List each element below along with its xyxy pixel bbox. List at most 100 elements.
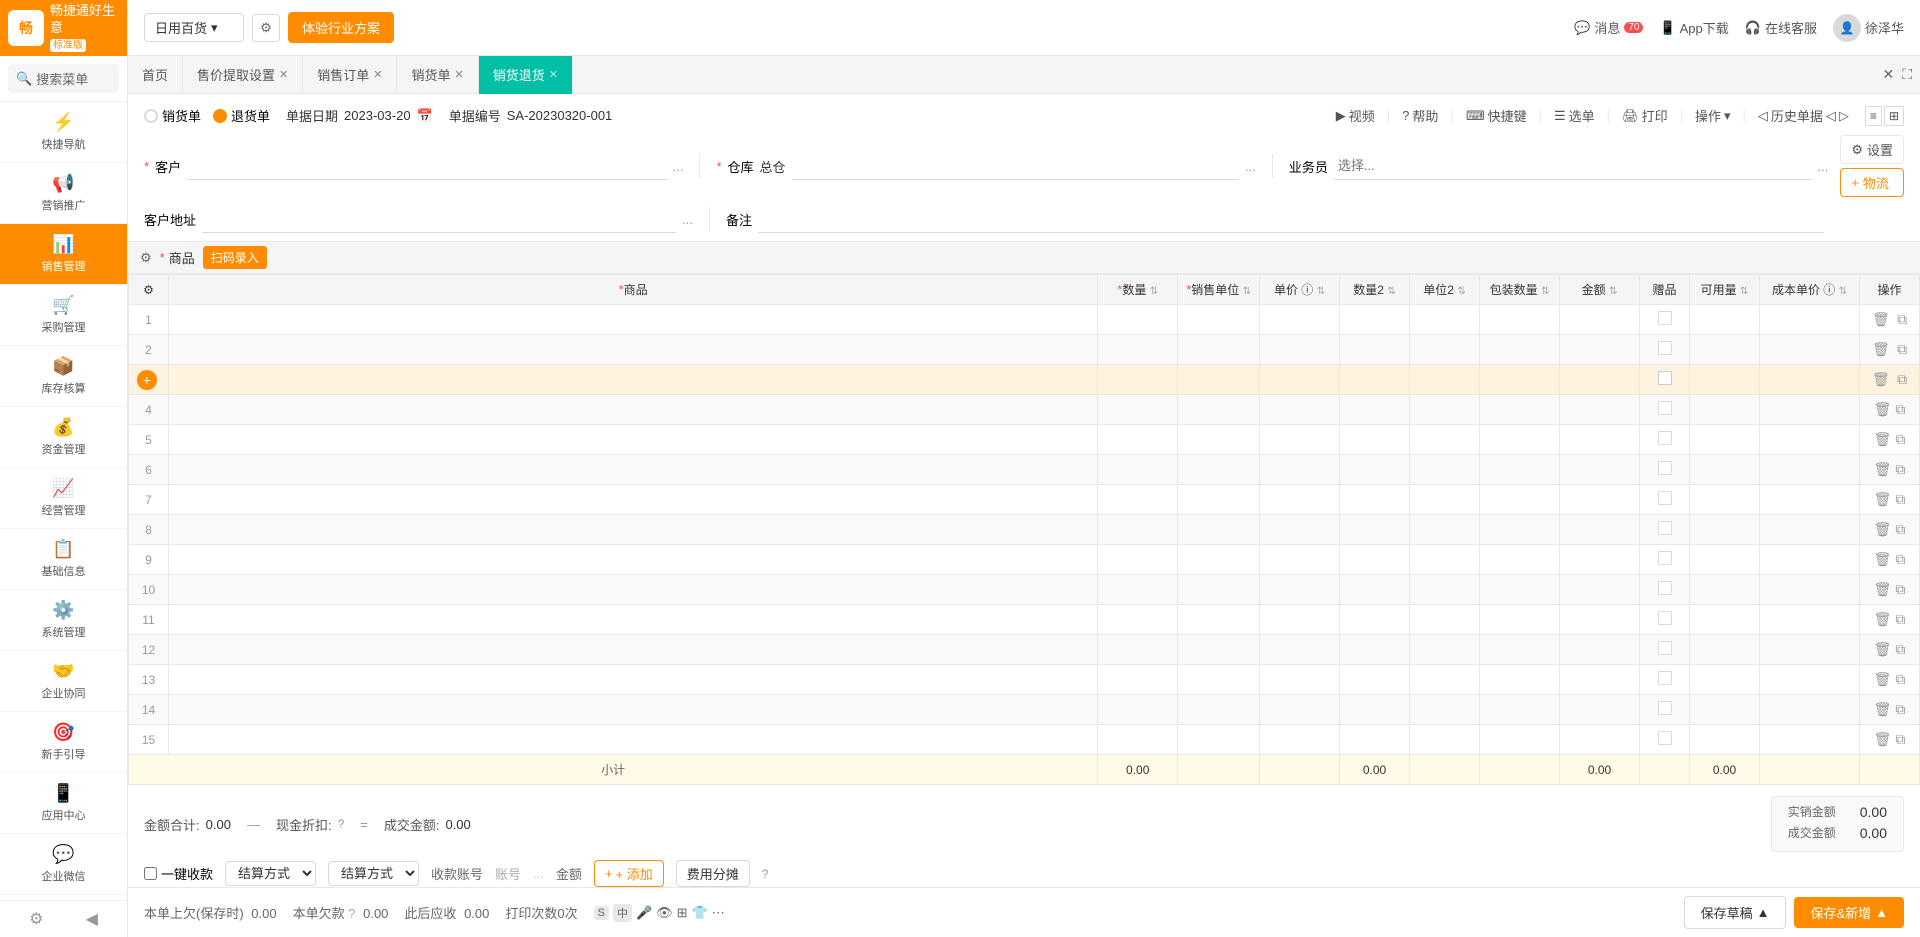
unit-price-cell-1[interactable] xyxy=(1260,305,1340,335)
sidebar-item-enterprise[interactable]: 🤝 企业协同 xyxy=(0,651,127,712)
available-cell-2[interactable] xyxy=(1690,335,1760,365)
delete-icon[interactable]: 🗑 xyxy=(1872,459,1894,479)
calendar-icon[interactable]: 📅 xyxy=(417,108,433,124)
gift-checkbox[interactable] xyxy=(1658,611,1672,625)
tab-sales-order-close[interactable]: ✕ xyxy=(373,68,382,81)
copy-row-2-button[interactable]: ⧉ xyxy=(1895,339,1909,359)
date-value[interactable]: 2023-03-20 xyxy=(344,108,411,123)
gift-checkbox[interactable] xyxy=(1658,731,1672,745)
sidebar-item-purchase[interactable]: 🛒 采购管理 xyxy=(0,285,127,346)
delete-icon[interactable]: 🗑 xyxy=(1872,579,1894,599)
gift-checkbox[interactable] xyxy=(1658,641,1672,655)
copy-icon[interactable]: ⧉ xyxy=(1893,699,1907,719)
warehouse-dots[interactable]: ... xyxy=(1245,159,1256,174)
copy-icon[interactable]: ⧉ xyxy=(1893,729,1907,749)
collapse-sidebar-button[interactable]: ◀ xyxy=(86,909,98,929)
quick-payment-input[interactable] xyxy=(144,867,157,880)
delete-icon[interactable]: 🗑 xyxy=(1872,549,1894,569)
gift-checkbox-3[interactable] xyxy=(1658,371,1672,385)
sidebar-item-finance[interactable]: 💰 资金管理 xyxy=(0,407,127,468)
unit2-cell-3[interactable] xyxy=(1410,365,1480,395)
sidebar-item-marketing[interactable]: 📢 营销推广 xyxy=(0,163,127,224)
copy-icon[interactable]: ⧉ xyxy=(1893,459,1907,479)
unit2-cell-2[interactable] xyxy=(1410,335,1480,365)
sidebar-item-basics[interactable]: 📋 基础信息 xyxy=(0,529,127,590)
table-settings-icon[interactable]: ⚙ xyxy=(140,250,152,266)
salesperson-dots[interactable]: ... xyxy=(1817,159,1828,174)
tab-price-setting-close[interactable]: ✕ xyxy=(279,68,288,81)
help-btn[interactable]: ? 帮助 xyxy=(1398,104,1442,127)
gift-checkbox[interactable] xyxy=(1658,671,1672,685)
quick-payment-checkbox[interactable]: 一键收款 xyxy=(144,864,213,883)
qty2-cell-1[interactable] xyxy=(1340,305,1410,335)
shirt-icon[interactable]: 👕 xyxy=(692,905,708,921)
copy-icon[interactable]: ⧉ xyxy=(1893,519,1907,539)
message-button[interactable]: 💬 消息 70 xyxy=(1574,18,1643,37)
tab-sales-delivery-close[interactable]: ✕ xyxy=(455,68,464,81)
sidebar-item-sales[interactable]: 📊 销售管理 xyxy=(0,224,127,285)
copy-icon[interactable]: ⧉ xyxy=(1893,489,1907,509)
cta-button[interactable]: 体验行业方案 xyxy=(288,12,394,43)
select-btn[interactable]: ☰ 选单 xyxy=(1550,104,1599,127)
qty-cell-2[interactable] xyxy=(1098,335,1178,365)
add-row-button[interactable]: + xyxy=(137,370,157,390)
radio-return[interactable]: 退货单 xyxy=(213,106,270,125)
tab-sales-order[interactable]: 销售订单 ✕ xyxy=(303,56,397,94)
gift-checkbox[interactable] xyxy=(1658,581,1672,595)
mic-icon[interactable]: 🎤 xyxy=(636,905,652,921)
product-cell-2[interactable] xyxy=(169,335,1098,365)
gift-cell-3[interactable] xyxy=(1640,365,1690,395)
sales-unit-cell-2[interactable] xyxy=(1178,335,1260,365)
cost-price-cell-2[interactable] xyxy=(1760,335,1860,365)
unit-price-cell-3[interactable] xyxy=(1260,365,1340,395)
shortcut-btn[interactable]: ⌨ 快捷键 xyxy=(1462,104,1531,127)
gift-checkbox-2[interactable] xyxy=(1658,341,1672,355)
account-dots[interactable]: ... xyxy=(533,866,544,881)
gift-checkbox[interactable] xyxy=(1658,431,1672,445)
delete-icon[interactable]: 🗑 xyxy=(1872,639,1894,659)
copy-icon[interactable]: ⧉ xyxy=(1893,669,1907,689)
cost-price-cell-1[interactable] xyxy=(1760,305,1860,335)
delete-icon[interactable]: 🗑 xyxy=(1872,489,1894,509)
gift-cell-2[interactable] xyxy=(1640,335,1690,365)
tab-price-setting[interactable]: 售价提取设置 ✕ xyxy=(183,56,303,94)
delete-icon[interactable]: 🗑 xyxy=(1872,519,1894,539)
grid-icon[interactable]: ⊞ xyxy=(677,905,688,921)
form-settings-button[interactable]: ⚙ 设置 xyxy=(1840,135,1904,164)
delete-icon[interactable]: 🗑 xyxy=(1872,399,1894,419)
gift-checkbox[interactable] xyxy=(1658,401,1672,415)
discount-help-icon[interactable]: ? xyxy=(338,817,345,831)
salesperson-input[interactable] xyxy=(1334,152,1812,180)
sidebar-item-system[interactable]: ⚙️ 系统管理 xyxy=(0,590,127,651)
search-menu-button[interactable]: 🔍 搜索菜单 xyxy=(8,64,119,93)
package-qty-cell-3[interactable] xyxy=(1480,365,1560,395)
eye-icon[interactable]: 👁 xyxy=(656,905,673,921)
save-draft-button[interactable]: 保存草稿 ▲ xyxy=(1684,896,1787,929)
sales-unit-cell-1[interactable] xyxy=(1178,305,1260,335)
fee-split-button[interactable]: 费用分摊 xyxy=(676,860,750,887)
topbar-gear-button[interactable]: ⚙ xyxy=(252,14,280,42)
gift-checkbox-1[interactable] xyxy=(1658,311,1672,325)
tab-home[interactable]: 首页 xyxy=(128,56,183,94)
sales-unit-cell-3[interactable] xyxy=(1178,365,1260,395)
amount-cell-3[interactable] xyxy=(1560,365,1640,395)
sidebar-item-appstore[interactable]: 📱 应用中心 xyxy=(0,773,127,834)
gift-checkbox[interactable] xyxy=(1658,551,1672,565)
settings-footer-button[interactable]: ⚙ xyxy=(29,909,43,929)
radio-delivery[interactable]: 销货单 xyxy=(144,106,201,125)
available-cell-3[interactable] xyxy=(1690,365,1760,395)
gift-checkbox[interactable] xyxy=(1658,701,1672,715)
delete-icon[interactable]: 🗑 xyxy=(1872,729,1894,749)
fee-split-help-icon[interactable]: ? xyxy=(762,867,769,881)
qty-cell-3[interactable] xyxy=(1098,365,1178,395)
calc-method-select[interactable]: 结算方式 xyxy=(225,861,316,886)
save-new-button[interactable]: 保存&新增 ▲ xyxy=(1794,897,1904,928)
available-cell-1[interactable] xyxy=(1690,305,1760,335)
copy-icon[interactable]: ⧉ xyxy=(1893,609,1907,629)
industry-selector[interactable]: 日用百货 ▾ xyxy=(144,13,244,42)
sidebar-item-wechat[interactable]: 💬 企业微信 xyxy=(0,834,127,895)
delete-icon[interactable]: 🗑 xyxy=(1872,429,1894,449)
delete-row-1-button[interactable]: 🗑 xyxy=(1870,309,1892,329)
history-btn[interactable]: ◁ 历史单据 ◁ ▷ xyxy=(1754,104,1853,127)
print-btn[interactable]: 🖨 打印 xyxy=(1618,104,1672,127)
